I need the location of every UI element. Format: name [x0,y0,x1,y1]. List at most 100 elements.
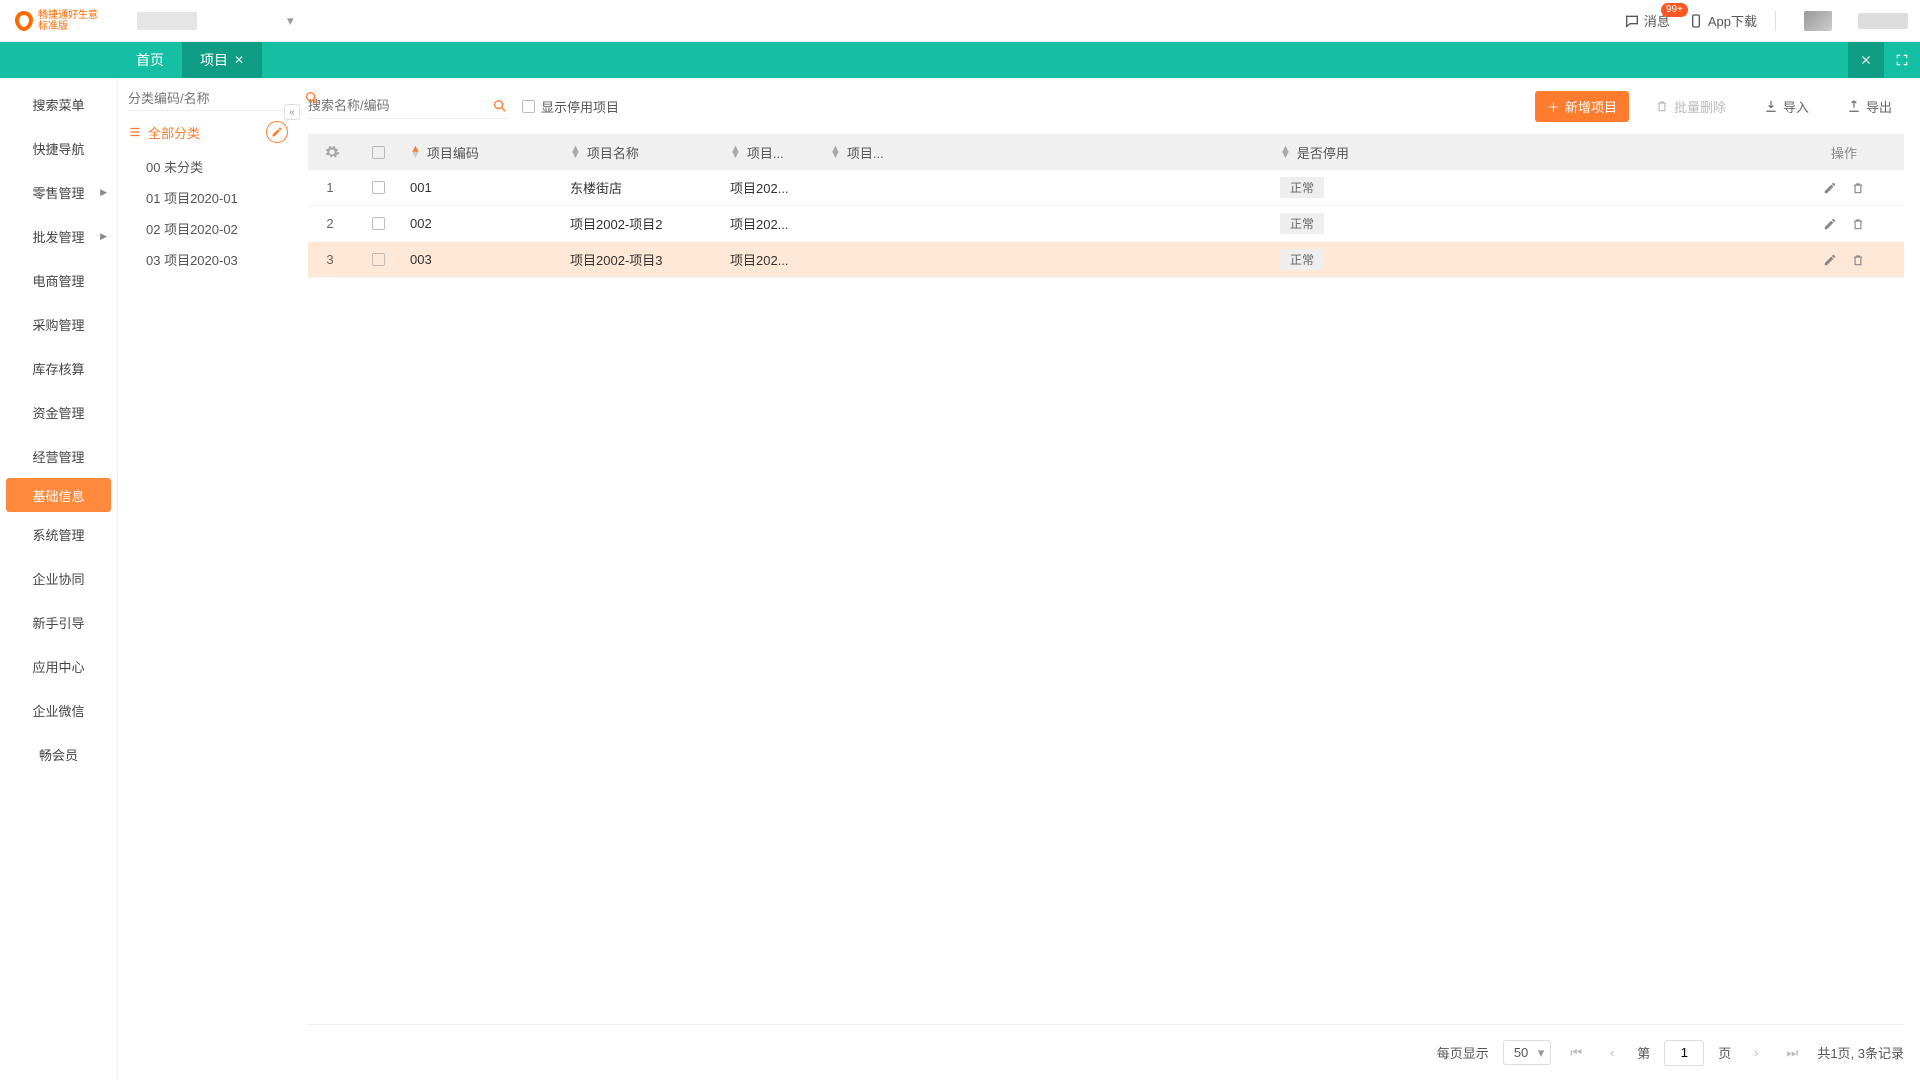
last-page-button[interactable]: ⏭ [1781,1042,1803,1064]
sidebar-item[interactable]: 资金管理 [0,390,117,434]
tree-root[interactable]: 全部分类 [128,121,288,143]
trash-icon [1851,181,1865,195]
sort-icon: ▲▼ [1280,146,1291,158]
table-row[interactable]: 1001东楼街店项目202...正常 [308,170,1904,206]
pencil-icon [271,126,283,138]
tab-home[interactable]: 首页 [118,42,182,78]
cell-col3: 项目202... [720,178,820,197]
plus-icon: ＋ [1547,97,1560,116]
cell-name: 项目2002-项目3 [560,250,720,269]
gear-icon [324,144,340,160]
close-all-tabs-button[interactable] [1848,42,1884,78]
select-all-checkbox[interactable] [356,146,400,159]
edit-row-button[interactable] [1823,253,1837,267]
sidebar-item[interactable]: 畅会员 [0,732,117,776]
edit-category-button[interactable] [266,121,288,143]
left-sidebar: 搜索菜单快捷导航零售管理▶批发管理▶ 电商管理采购管理库存核算资金管理经营管理基础… [0,78,118,1080]
collapse-tree-button[interactable]: « [284,104,300,120]
tabs-bar: 首页 项目 ✕ [0,42,1920,78]
sidebar-item[interactable]: 采购管理 [0,302,117,346]
app-download-button[interactable]: App下载 [1688,11,1757,30]
first-page-button[interactable]: ⏮ [1565,1042,1587,1064]
show-disabled-checkbox[interactable]: 显示停用项目 [522,97,619,116]
tab-project[interactable]: 项目 ✕ [182,42,262,78]
sidebar-item[interactable]: 批发管理▶ [0,214,117,258]
edit-row-button[interactable] [1823,181,1837,195]
sidebar-item[interactable]: 企业微信 [0,688,117,732]
export-button[interactable]: 导出 [1835,91,1904,122]
tab-home-label: 首页 [136,50,164,70]
sidebar-item[interactable]: 基础信息 [6,478,111,512]
table-header: ▲▼ 项目编码 ▲▼ 项目名称 ▲▼ 项目... ▲▼ [308,134,1904,170]
list-icon [128,125,142,139]
row-checkbox[interactable] [356,217,400,230]
row-checkbox[interactable] [356,181,400,194]
sidebar-item[interactable]: 搜索菜单 [0,82,117,126]
messages-button[interactable]: 消息 99+ [1624,11,1670,30]
table-search [308,94,508,119]
header-status[interactable]: ▲▼ 是否停用 [1270,143,1710,162]
sidebar-item[interactable]: 系统管理 [0,512,117,556]
pagination: 每页显示 50 ⏮ ‹ 第 页 › ⏭ 共1页, 3条记录 [308,1024,1904,1080]
tree-node[interactable]: 01 项目2020-01 [128,182,288,213]
search-icon[interactable] [492,98,508,114]
sidebar-item[interactable]: 新手引导 [0,600,117,644]
sidebar-item[interactable]: 电商管理 [0,258,117,302]
sidebar-item[interactable]: 库存核算 [0,346,117,390]
cell-col3: 项目202... [720,250,820,269]
sidebar-item-label: 搜索菜单 [32,95,84,114]
delete-row-button[interactable] [1851,217,1865,231]
cell-status: 正常 [1270,177,1710,198]
page-input[interactable] [1664,1040,1704,1066]
user-name-placeholder [1858,13,1908,29]
search-icon[interactable] [304,90,320,106]
next-page-button[interactable]: › [1745,1042,1767,1064]
export-icon [1847,99,1861,113]
per-page-select[interactable]: 50 [1503,1040,1551,1065]
header-name[interactable]: ▲▼ 项目名称 [560,143,720,162]
org-selector[interactable]: ▾ [137,12,294,30]
category-tree-panel: 全部分类 00 未分类01 项目2020-0102 项目2020-0203 项目… [118,78,298,1080]
delete-row-button[interactable] [1851,181,1865,195]
sidebar-item-label: 电商管理 [32,271,84,290]
close-icon[interactable]: ✕ [234,53,244,67]
table-search-input[interactable] [308,98,492,113]
sidebar-item[interactable]: 应用中心 [0,644,117,688]
table-row[interactable]: 2002项目2002-项目2项目202...正常 [308,206,1904,242]
sidebar-item[interactable]: 快捷导航 [0,126,117,170]
import-button[interactable]: 导入 [1752,91,1821,122]
header-code[interactable]: ▲▼ 项目编码 [400,143,560,162]
column-settings-button[interactable] [308,144,356,160]
page-summary: 共1页, 3条记录 [1817,1043,1904,1062]
sidebar-item-label: 新手引导 [32,613,84,632]
tree-node[interactable]: 03 项目2020-03 [128,244,288,275]
sidebar-item-label: 企业微信 [32,701,84,720]
header-col4[interactable]: ▲▼ 项目... [820,143,1270,162]
brand-icon [12,9,36,33]
tree-node[interactable]: 00 未分类 [128,151,288,182]
sidebar-item[interactable]: 经营管理 [0,434,117,478]
table-row[interactable]: 3003项目2002-项目3项目202...正常 [308,242,1904,278]
tree-node[interactable]: 02 项目2020-02 [128,213,288,244]
brand-logo: 畅捷通好生意 标准版 [12,9,117,33]
trash-icon [1851,253,1865,267]
messages-badge: 99+ [1661,3,1688,17]
sidebar-item[interactable]: 企业协同 [0,556,117,600]
chevron-right-icon: ▶ [100,187,107,198]
header-col3[interactable]: ▲▼ 项目... [720,143,820,162]
add-new-label: 新增项目 [1565,97,1617,116]
sidebar-item-label: 系统管理 [32,525,84,544]
tree-search-input[interactable] [128,91,304,106]
sidebar-item[interactable]: 零售管理▶ [0,170,117,214]
chevron-down-icon: ▾ [287,13,294,29]
user-avatar[interactable] [1804,11,1832,31]
sidebar-item-label: 库存核算 [32,359,84,378]
top-header: 畅捷通好生意 标准版 ▾ 消息 99+ App下载 [0,0,1920,42]
fullscreen-button[interactable] [1884,42,1920,78]
prev-page-button[interactable]: ‹ [1601,1042,1623,1064]
add-new-button[interactable]: ＋ 新增项目 [1535,91,1629,122]
app-download-label: App下载 [1708,11,1757,30]
row-checkbox[interactable] [356,253,400,266]
edit-row-button[interactable] [1823,217,1837,231]
delete-row-button[interactable] [1851,253,1865,267]
